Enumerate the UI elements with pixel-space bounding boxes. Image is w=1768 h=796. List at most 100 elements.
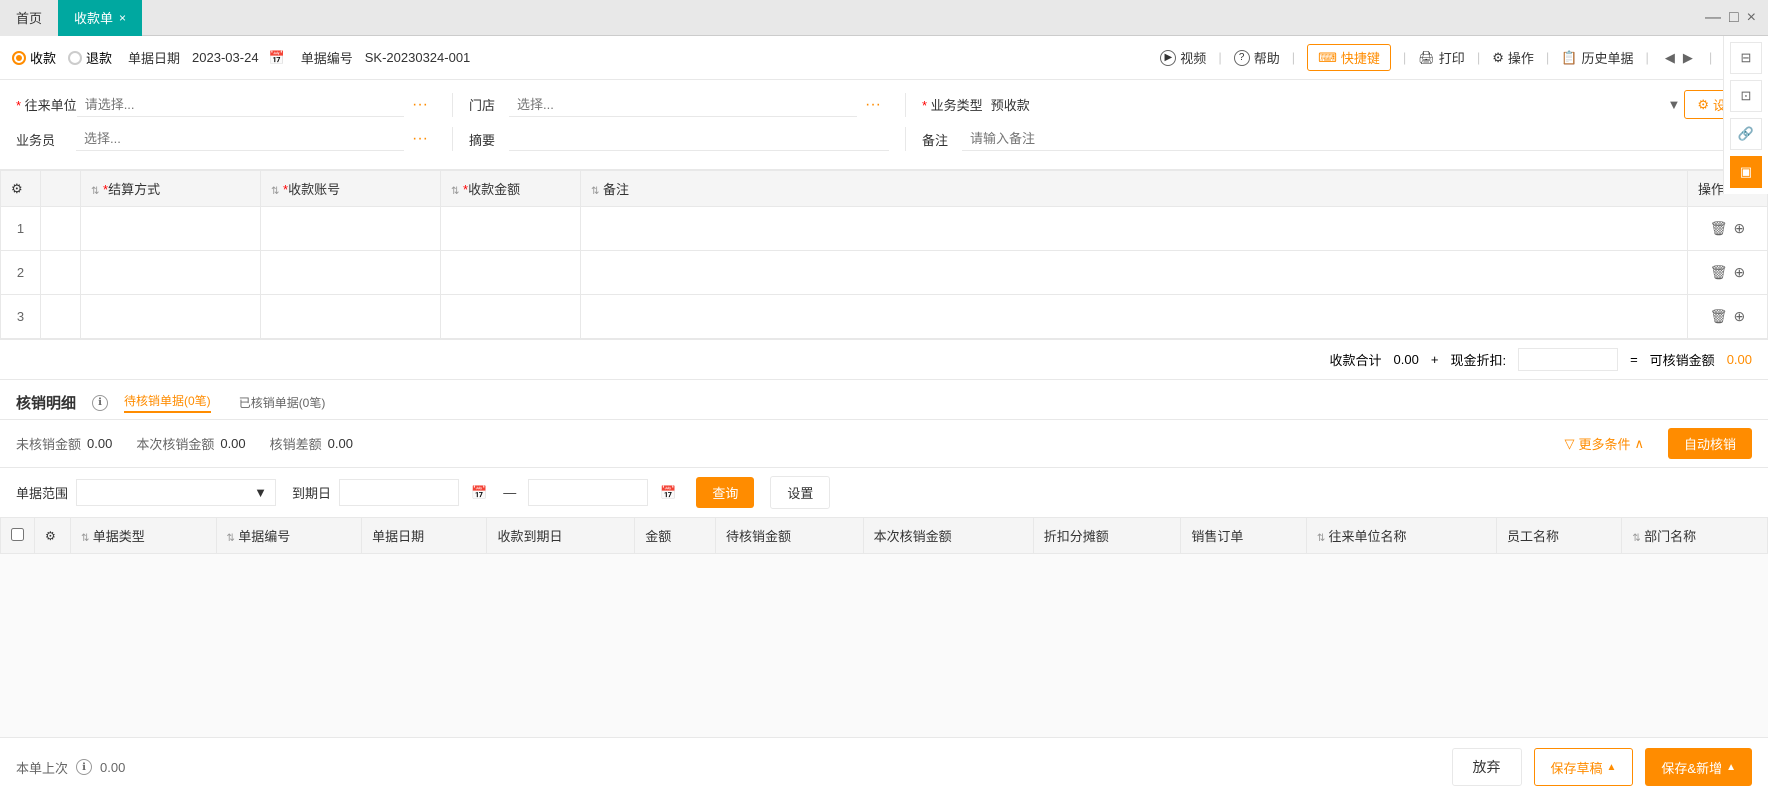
- window-controls: — □ ×: [1705, 9, 1768, 27]
- row-num-1: 1: [1, 207, 41, 251]
- history-btn[interactable]: 📋 历史单据: [1561, 48, 1633, 67]
- cell-amount-2[interactable]: [441, 251, 581, 295]
- th-checkbox[interactable]: [1, 518, 35, 554]
- nav-next-icon[interactable]: ▶: [1679, 48, 1697, 68]
- copy-icon-2[interactable]: ⊕: [1734, 264, 1746, 281]
- copy-icon-3[interactable]: ⊕: [1734, 308, 1746, 325]
- cell-settle-1[interactable]: [81, 207, 261, 251]
- cell-amount-3[interactable]: [441, 295, 581, 339]
- cal-from-icon[interactable]: 📅: [467, 485, 491, 501]
- save-new-btn[interactable]: 保存&新增 ▲: [1645, 748, 1752, 786]
- store-dots[interactable]: ···: [857, 96, 889, 114]
- summary-label: 摘要: [469, 130, 509, 149]
- discard-btn[interactable]: 放弃: [1452, 748, 1522, 786]
- cell-account-1[interactable]: [261, 207, 441, 251]
- cell-settle-3[interactable]: [81, 295, 261, 339]
- minimize-btn[interactable]: —: [1705, 9, 1721, 27]
- right-panel-btn-2[interactable]: ⊡: [1730, 80, 1762, 112]
- copy-icon-1[interactable]: ⊕: [1734, 220, 1746, 237]
- video-btn[interactable]: ▶ 视频: [1160, 48, 1206, 67]
- row-num-2: 2: [1, 251, 41, 295]
- date-from-input[interactable]: 2022-04-01: [339, 479, 459, 506]
- cell-amount-1[interactable]: [441, 207, 581, 251]
- close-btn[interactable]: ×: [1747, 9, 1756, 27]
- th-row-num: [41, 171, 81, 207]
- date-value[interactable]: 2023-03-24: [192, 50, 259, 65]
- info-icon[interactable]: ℹ: [92, 395, 108, 411]
- th-doc-type: ⇅ 单据类型: [71, 518, 217, 554]
- th-gear-bottom[interactable]: ⚙: [35, 518, 71, 554]
- current-stat: 本次核销金额 0.00: [136, 434, 245, 453]
- video-icon: ▶: [1160, 50, 1176, 66]
- th-remark-label: 备注: [603, 182, 629, 197]
- table-setting-btn[interactable]: 设置: [770, 476, 830, 509]
- cell-empty-2a: [41, 251, 81, 295]
- sort-icon-2: ⇅: [271, 186, 279, 197]
- cell-remark-2[interactable]: [581, 251, 1688, 295]
- cell-account-3[interactable]: [261, 295, 441, 339]
- remark-field: 备注: [922, 127, 1752, 151]
- more-conditions-btn[interactable]: ▽ 更多条件 ∧: [1564, 434, 1644, 453]
- print-label: 打印: [1439, 48, 1465, 67]
- right-panel-btn-3[interactable]: 🔗: [1730, 118, 1762, 150]
- discount-input[interactable]: [1518, 348, 1618, 371]
- bottom-info: 本单上次 ℹ 0.00: [16, 758, 125, 777]
- tab-home[interactable]: 首页: [0, 0, 58, 36]
- cell-settle-2[interactable]: [81, 251, 261, 295]
- shortcut-label: 快捷键: [1341, 48, 1380, 67]
- diff-label: 核销差额: [270, 434, 322, 453]
- counterpart-input[interactable]: [77, 93, 404, 117]
- radio-shouKuan[interactable]: 收款: [12, 48, 56, 67]
- shortcut-btn[interactable]: ⌨ 快捷键: [1307, 44, 1391, 71]
- business-dropdown-icon[interactable]: ▼: [1663, 97, 1684, 112]
- delete-icon-1[interactable]: 🗑: [1710, 220, 1728, 237]
- th-gear[interactable]: ⚙: [1, 171, 41, 207]
- print-btn[interactable]: 🖨 打印: [1418, 48, 1465, 67]
- th-pending-amount: 待核销金额: [715, 518, 863, 554]
- cal-to-icon[interactable]: 📅: [656, 485, 680, 501]
- right-panel-btn-4[interactable]: ▣: [1730, 156, 1762, 188]
- salesperson-input[interactable]: [76, 127, 404, 151]
- auto-verify-btn[interactable]: 自动核销: [1668, 428, 1752, 459]
- save-draft-btn[interactable]: 保存草稿 ▲: [1534, 748, 1634, 786]
- help-btn[interactable]: ? 帮助: [1234, 48, 1280, 67]
- maximize-btn[interactable]: □: [1729, 9, 1739, 27]
- cell-account-2[interactable]: [261, 251, 441, 295]
- save-new-label: 保存&新增: [1661, 758, 1722, 777]
- counterpart-dots[interactable]: ···: [404, 96, 436, 114]
- counterpart-field: 往来单位 ···: [16, 93, 436, 117]
- cell-remark-3[interactable]: [581, 295, 1688, 339]
- date-separator: —: [499, 485, 520, 500]
- tab-receipt[interactable]: 收款单 ×: [58, 0, 142, 36]
- date-to-input[interactable]: 2022-04-12: [528, 479, 648, 506]
- number-value[interactable]: SK-20230324-001: [365, 50, 471, 65]
- delete-icon-2[interactable]: 🗑: [1710, 264, 1728, 281]
- cell-remark-1[interactable]: [581, 207, 1688, 251]
- remark-input[interactable]: [962, 127, 1752, 151]
- delete-icon-3[interactable]: 🗑: [1710, 308, 1728, 325]
- cumulative-label: 本单上次: [16, 758, 68, 777]
- store-input[interactable]: [509, 93, 857, 117]
- select-all-checkbox[interactable]: [11, 528, 24, 541]
- summary-input[interactable]: [509, 127, 889, 151]
- operation-btn[interactable]: ⚙ 操作: [1492, 48, 1534, 67]
- radio-tuiKuan[interactable]: 退款: [68, 48, 112, 67]
- right-panel-btn-1[interactable]: ⊟: [1730, 42, 1762, 74]
- table-row: 1 🗑 ⊕: [1, 207, 1768, 251]
- cell-action-1: 🗑 ⊕: [1688, 207, 1768, 251]
- salesperson-dots[interactable]: ···: [404, 130, 436, 148]
- query-btn[interactable]: 查询: [696, 477, 754, 508]
- store-label: 门店: [469, 95, 509, 114]
- cell-empty-1a: [41, 207, 81, 251]
- cumulative-info-icon[interactable]: ℹ: [76, 759, 92, 775]
- number-field: 单据编号 SK-20230324-001: [301, 48, 471, 67]
- nav-prev-icon[interactable]: ◀: [1661, 48, 1679, 68]
- verifiable-label: 可核销金额: [1650, 350, 1715, 369]
- calendar-icon[interactable]: 📅: [269, 50, 285, 66]
- scope-field: 单据范围 ▼: [16, 479, 276, 506]
- scope-select[interactable]: ▼: [76, 479, 276, 506]
- pending-tab[interactable]: 待核销单据(0笔): [124, 392, 211, 413]
- tab-close-icon[interactable]: ×: [119, 11, 126, 25]
- th-account-label: 收款账号: [288, 182, 340, 197]
- completed-tab[interactable]: 已核销单据(0笔): [239, 394, 326, 411]
